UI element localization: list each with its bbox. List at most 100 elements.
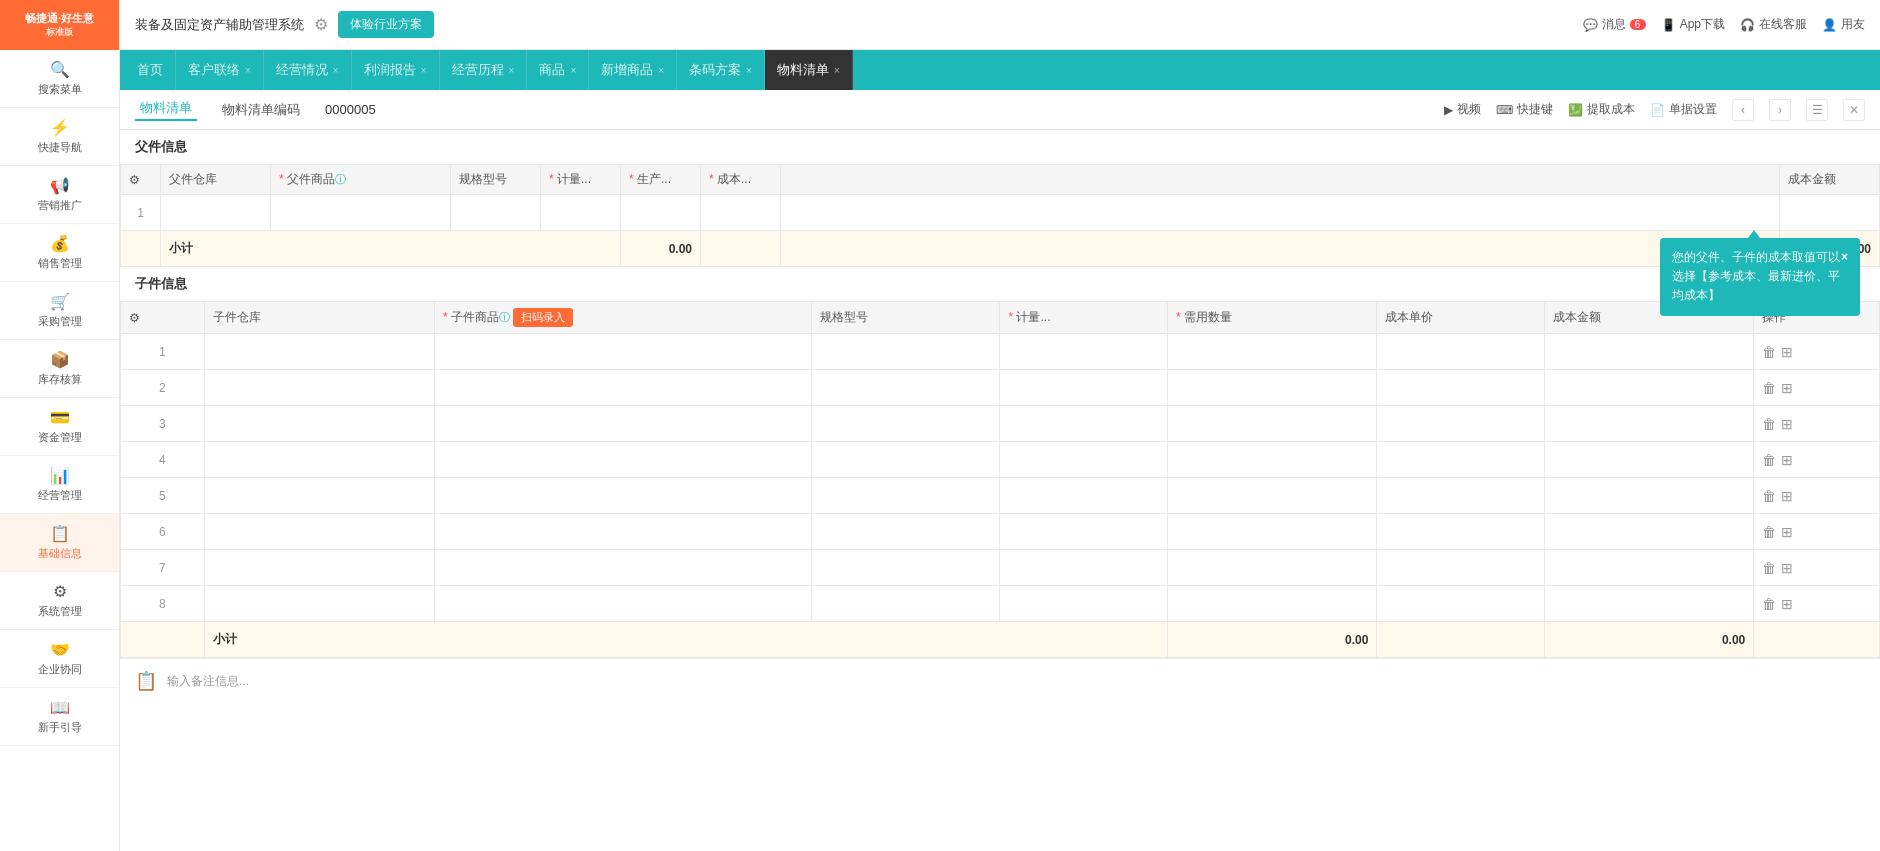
sidebar-item-1[interactable]: ⚡ 快捷导航 bbox=[0, 108, 119, 166]
child-row-warehouse-5[interactable] bbox=[204, 514, 434, 550]
sidebar-item-8[interactable]: 📋 基础信息 bbox=[0, 514, 119, 572]
sidebar-item-4[interactable]: 🛒 采购管理 bbox=[0, 282, 119, 340]
child-row-measure-7[interactable] bbox=[1000, 586, 1168, 622]
sidebar-item-11[interactable]: 📖 新手引导 bbox=[0, 688, 119, 746]
settings-icon[interactable]: ⚙ bbox=[314, 15, 328, 34]
scan-button[interactable]: 扫码录入 bbox=[513, 308, 573, 327]
nav-tab-close-2[interactable]: × bbox=[333, 65, 339, 76]
child-row-warehouse-7[interactable] bbox=[204, 586, 434, 622]
delete-icon-3[interactable]: 🗑 bbox=[1762, 452, 1776, 468]
child-row-qty-0[interactable] bbox=[1167, 334, 1376, 370]
delete-icon-1[interactable]: 🗑 bbox=[1762, 380, 1776, 396]
nav-tab-0[interactable]: 首页 bbox=[125, 50, 176, 90]
copy-icon-5[interactable]: ⊞ bbox=[1781, 524, 1793, 540]
child-row-qty-2[interactable] bbox=[1167, 406, 1376, 442]
copy-icon-4[interactable]: ⊞ bbox=[1781, 488, 1793, 504]
nav-prev-button[interactable]: ‹ bbox=[1732, 99, 1754, 121]
child-row-warehouse-6[interactable] bbox=[204, 550, 434, 586]
nav-tab-8[interactable]: 物料清单× bbox=[765, 50, 853, 90]
delete-icon-7[interactable]: 🗑 bbox=[1762, 596, 1776, 612]
child-row-measure-1[interactable] bbox=[1000, 370, 1168, 406]
nav-tab-2[interactable]: 经营情况× bbox=[264, 50, 352, 90]
child-row-product-5[interactable] bbox=[435, 514, 812, 550]
parent-row-measure[interactable] bbox=[541, 195, 621, 231]
experience-button[interactable]: 体验行业方案 bbox=[338, 11, 434, 38]
nav-next-button[interactable]: › bbox=[1769, 99, 1791, 121]
child-row-measure-3[interactable] bbox=[1000, 442, 1168, 478]
parent-row-warehouse[interactable] bbox=[161, 195, 271, 231]
delete-icon-5[interactable]: 🗑 bbox=[1762, 524, 1776, 540]
child-row-product-1[interactable] bbox=[435, 370, 812, 406]
child-row-qty-5[interactable] bbox=[1167, 514, 1376, 550]
nav-tab-7[interactable]: 条码方案× bbox=[677, 50, 765, 90]
child-row-warehouse-3[interactable] bbox=[204, 442, 434, 478]
list-view-button[interactable]: ☰ bbox=[1806, 99, 1828, 121]
app-download-button[interactable]: 📱 App下载 bbox=[1661, 16, 1725, 33]
child-row-product-6[interactable] bbox=[435, 550, 812, 586]
message-button[interactable]: 💬 消息 6 bbox=[1583, 16, 1646, 33]
child-row-measure-6[interactable] bbox=[1000, 550, 1168, 586]
sub-tab-bill[interactable]: 物料清单 bbox=[135, 99, 197, 121]
parent-row-product[interactable] bbox=[271, 195, 451, 231]
copy-icon-2[interactable]: ⊞ bbox=[1781, 416, 1793, 432]
nav-tab-close-8[interactable]: × bbox=[834, 65, 840, 76]
parent-row-cost[interactable] bbox=[701, 195, 781, 231]
copy-icon-1[interactable]: ⊞ bbox=[1781, 380, 1793, 396]
child-row-qty-7[interactable] bbox=[1167, 586, 1376, 622]
child-row-product-7[interactable] bbox=[435, 586, 812, 622]
child-row-product-3[interactable] bbox=[435, 442, 812, 478]
child-row-warehouse-2[interactable] bbox=[204, 406, 434, 442]
nav-tab-3[interactable]: 利润报告× bbox=[352, 50, 440, 90]
copy-icon-6[interactable]: ⊞ bbox=[1781, 560, 1793, 576]
tooltip-close-button[interactable]: × bbox=[1841, 248, 1848, 267]
nav-tab-close-3[interactable]: × bbox=[421, 65, 427, 76]
sidebar-item-10[interactable]: 🤝 企业协同 bbox=[0, 630, 119, 688]
video-button[interactable]: ▶ 视频 bbox=[1444, 101, 1481, 118]
sidebar-item-3[interactable]: 💰 销售管理 bbox=[0, 224, 119, 282]
nav-tab-close-1[interactable]: × bbox=[245, 65, 251, 76]
nav-tab-close-5[interactable]: × bbox=[570, 65, 576, 76]
copy-icon-7[interactable]: ⊞ bbox=[1781, 596, 1793, 612]
shortcut-button[interactable]: ⌨ 快捷键 bbox=[1496, 101, 1553, 118]
nav-tab-close-6[interactable]: × bbox=[658, 65, 664, 76]
delete-icon-0[interactable]: 🗑 bbox=[1762, 344, 1776, 360]
nav-tab-1[interactable]: 客户联络× bbox=[176, 50, 264, 90]
sidebar-item-7[interactable]: 📊 经营管理 bbox=[0, 456, 119, 514]
delete-icon-4[interactable]: 🗑 bbox=[1762, 488, 1776, 504]
delete-icon-6[interactable]: 🗑 bbox=[1762, 560, 1776, 576]
child-row-product-4[interactable] bbox=[435, 478, 812, 514]
cost-button[interactable]: 💹 提取成本 bbox=[1568, 101, 1635, 118]
nav-tab-6[interactable]: 新增商品× bbox=[589, 50, 677, 90]
parent-row-produce[interactable] bbox=[621, 195, 701, 231]
child-row-qty-3[interactable] bbox=[1167, 442, 1376, 478]
child-row-warehouse-4[interactable] bbox=[204, 478, 434, 514]
child-row-product-0[interactable] bbox=[435, 334, 812, 370]
sidebar-item-9[interactable]: ⚙ 系统管理 bbox=[0, 572, 119, 630]
child-row-product-2[interactable] bbox=[435, 406, 812, 442]
user-button[interactable]: 👤 用友 bbox=[1822, 16, 1865, 33]
nav-tab-close-4[interactable]: × bbox=[509, 65, 515, 76]
copy-icon-3[interactable]: ⊞ bbox=[1781, 452, 1793, 468]
sidebar-item-0[interactable]: 🔍 搜索菜单 bbox=[0, 50, 119, 108]
online-service-button[interactable]: 🎧 在线客服 bbox=[1740, 16, 1807, 33]
child-row-warehouse-0[interactable] bbox=[204, 334, 434, 370]
sidebar-item-6[interactable]: 💳 资金管理 bbox=[0, 398, 119, 456]
child-row-measure-5[interactable] bbox=[1000, 514, 1168, 550]
nav-tab-5[interactable]: 商品× bbox=[527, 50, 589, 90]
child-row-warehouse-1[interactable] bbox=[204, 370, 434, 406]
child-row-qty-6[interactable] bbox=[1167, 550, 1376, 586]
close-tab-button[interactable]: ✕ bbox=[1843, 99, 1865, 121]
child-row-measure-0[interactable] bbox=[1000, 334, 1168, 370]
child-row-qty-1[interactable] bbox=[1167, 370, 1376, 406]
sidebar-item-5[interactable]: 📦 库存核算 bbox=[0, 340, 119, 398]
copy-icon-0[interactable]: ⊞ bbox=[1781, 344, 1793, 360]
setting-button[interactable]: 📄 单据设置 bbox=[1650, 101, 1717, 118]
bottom-text[interactable]: 输入备注信息... bbox=[167, 673, 249, 690]
child-row-measure-2[interactable] bbox=[1000, 406, 1168, 442]
nav-tab-4[interactable]: 经营历程× bbox=[440, 50, 528, 90]
delete-icon-2[interactable]: 🗑 bbox=[1762, 416, 1776, 432]
child-row-qty-4[interactable] bbox=[1167, 478, 1376, 514]
nav-tab-close-7[interactable]: × bbox=[746, 65, 752, 76]
sidebar-item-2[interactable]: 📢 营销推广 bbox=[0, 166, 119, 224]
child-row-measure-4[interactable] bbox=[1000, 478, 1168, 514]
